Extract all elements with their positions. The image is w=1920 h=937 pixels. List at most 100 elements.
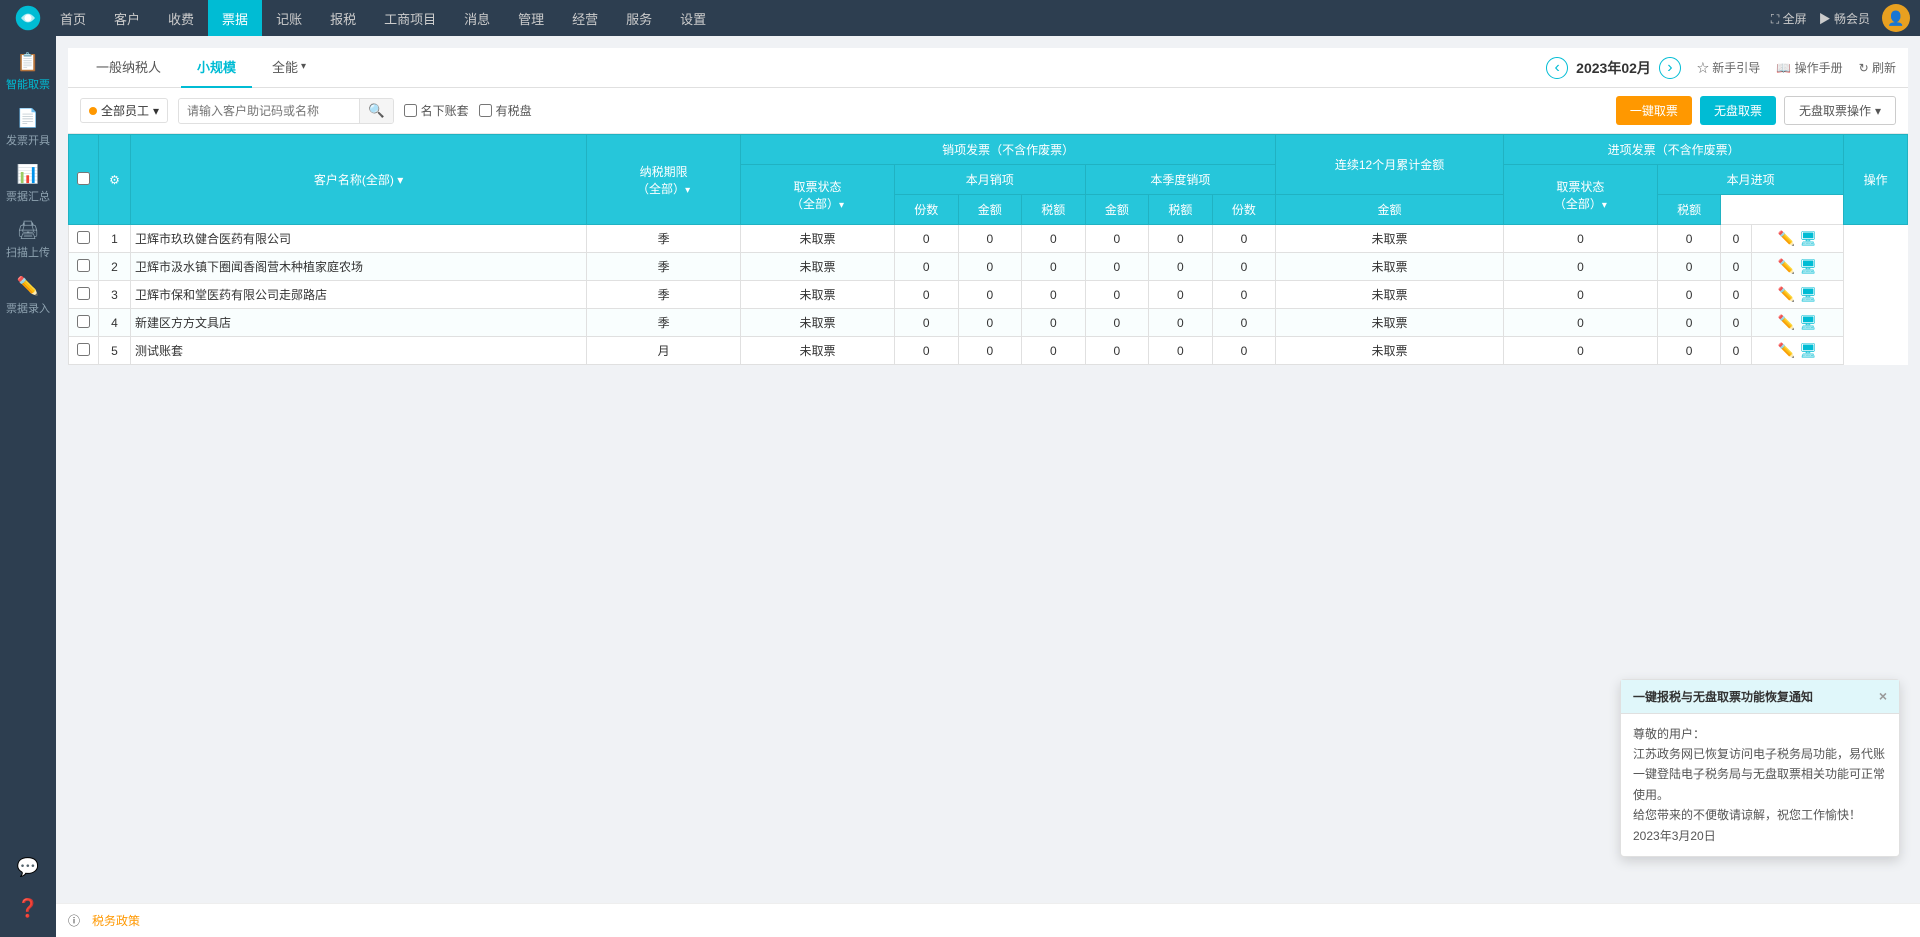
vip-btn[interactable]: ▶ 畅会员: [1819, 10, 1870, 27]
tab-general-taxpayer[interactable]: 一般纳税人: [80, 48, 177, 88]
nav-home[interactable]: 首页: [46, 0, 100, 36]
sidebar-item-invoice-summary[interactable]: 📊 票据汇总: [0, 156, 56, 212]
row-checkbox-cell: [69, 337, 99, 365]
no-disk-op-btn[interactable]: 无盘取票操作 ▾: [1784, 96, 1896, 125]
tax-policy-link[interactable]: 税务政策: [92, 912, 140, 929]
view-icon[interactable]: 🖥: [1799, 342, 1817, 359]
view-icon[interactable]: 🖥: [1799, 230, 1817, 247]
row-input-amount: 0: [1657, 309, 1721, 337]
row-actions: ✏️ 🖥: [1751, 309, 1844, 337]
refresh-icon: ↻: [1859, 61, 1869, 75]
row-sales-tax: 0: [1022, 281, 1086, 309]
row-number-cell: 1: [99, 225, 131, 253]
row-period: 月: [587, 337, 741, 365]
top-navigation: 首页 客户 收费 票据 记账 报税 工商项目 消息 管理 经营 服务 设置 ⛶ …: [0, 0, 1920, 36]
sidebar-item-help[interactable]: ❓: [0, 890, 56, 927]
search-button[interactable]: 🔍: [359, 99, 393, 123]
own-accounts-checkbox[interactable]: 名下账套: [404, 102, 469, 119]
chat-icon: 💬: [17, 857, 39, 878]
sales-tax-th: 税额: [1022, 195, 1086, 225]
edit-icon[interactable]: ✏️: [1778, 314, 1795, 331]
avatar[interactable]: 👤: [1882, 4, 1910, 32]
view-icon[interactable]: 🖥: [1799, 258, 1817, 275]
table-row: 5 测试账套 月 未取票 0 0 0 0 0 0 未取票 0 0 0 ✏️ 🖥: [69, 337, 1908, 365]
row-number-cell: 3: [99, 281, 131, 309]
row-sales-status: 未取票: [741, 281, 895, 309]
nav-service[interactable]: 服务: [612, 0, 666, 36]
row-actions: ✏️ 🖥: [1751, 281, 1844, 309]
nav-manage[interactable]: 管理: [504, 0, 558, 36]
view-icon[interactable]: 🖥: [1799, 314, 1817, 331]
edit-icon[interactable]: ✏️: [1778, 258, 1795, 275]
new-guide-link[interactable]: ☆ 新手引导: [1697, 59, 1760, 76]
sidebar-item-chat[interactable]: 💬: [0, 849, 56, 886]
tax-disk-check[interactable]: [479, 104, 492, 117]
notification-body: 尊敬的用户： 江苏政务网已恢复访问电子税务局功能，易代账一键登陆电子税务局与无盘…: [1621, 714, 1899, 856]
manual-link[interactable]: 📖 操作手册: [1776, 59, 1842, 76]
sidebar-item-scan-upload[interactable]: 🖨 扫描上传: [0, 212, 56, 268]
refresh-link[interactable]: ↻ 刷新: [1859, 59, 1896, 76]
nav-tax[interactable]: 报税: [316, 0, 370, 36]
table-row: 4 新建区方方文具店 季 未取票 0 0 0 0 0 0 未取票 0 0 0 ✏…: [69, 309, 1908, 337]
input-amount-th: 金额: [1276, 195, 1504, 225]
row-quarter-amount: 0: [1085, 337, 1149, 365]
nav-customer[interactable]: 客户: [100, 0, 154, 36]
tax-disk-checkbox[interactable]: 有税盘: [479, 102, 532, 119]
nav-settings[interactable]: 设置: [666, 0, 720, 36]
date-next-btn[interactable]: ›: [1659, 57, 1681, 79]
table-row: 3 卫辉市保和堂医药有限公司走郧路店 季 未取票 0 0 0 0 0 0 未取票…: [69, 281, 1908, 309]
row-sales-amount: 0: [958, 309, 1022, 337]
no-disk-fetch-btn[interactable]: 无盘取票: [1700, 96, 1776, 125]
edit-icon[interactable]: ✏️: [1778, 230, 1795, 247]
employee-select[interactable]: 全部员工 ▾: [80, 98, 168, 123]
fullscreen-btn[interactable]: ⛶ 全屏: [1771, 10, 1807, 27]
customer-name-th: 客户名称(全部) ▾: [131, 135, 587, 225]
own-accounts-check[interactable]: [404, 104, 417, 117]
row-checkbox[interactable]: [77, 287, 90, 300]
sidebar-item-smart-ticket[interactable]: 📋 智能取票: [0, 44, 56, 100]
row-quarter-tax: 0: [1149, 309, 1213, 337]
row-checkbox[interactable]: [77, 343, 90, 356]
row-input-tax: 0: [1721, 309, 1751, 337]
row-period: 季: [587, 309, 741, 337]
view-icon[interactable]: 🖥: [1799, 286, 1817, 303]
nav-menu: 首页 客户 收费 票据 记账 报税 工商项目 消息 管理 经营 服务 设置: [46, 0, 1771, 36]
nav-message[interactable]: 消息: [450, 0, 504, 36]
nav-operation[interactable]: 经营: [558, 0, 612, 36]
edit-icon[interactable]: ✏️: [1778, 342, 1795, 359]
row-quarter-tax: 0: [1149, 253, 1213, 281]
edit-icon[interactable]: ✏️: [1778, 286, 1795, 303]
row-checkbox[interactable]: [77, 315, 90, 328]
row-input-status: 未取票: [1276, 253, 1504, 281]
row-input-amount: 0: [1657, 281, 1721, 309]
tab-dropdown-icon: ▾: [301, 61, 306, 72]
row-checkbox[interactable]: [77, 231, 90, 244]
nav-business[interactable]: 工商项目: [370, 0, 450, 36]
nav-billing[interactable]: 收费: [154, 0, 208, 36]
nav-bookkeeping[interactable]: 记账: [262, 0, 316, 36]
tab-small-scale[interactable]: 小规模: [181, 48, 252, 88]
row-rolling: 0: [1212, 281, 1276, 309]
current-month-sales-th: 本月销项: [894, 165, 1085, 195]
row-number-cell: 4: [99, 309, 131, 337]
sidebar-item-invoice-entry[interactable]: ✏️ 票据录入: [0, 268, 56, 324]
one-click-fetch-btn[interactable]: 一键取票: [1616, 96, 1692, 125]
invoice-table-wrap: ⚙ 客户名称(全部) ▾ 纳税期限（全部）▾ 销项发票（不含作废票） 连续12个…: [68, 134, 1908, 365]
date-prev-btn[interactable]: ‹: [1546, 57, 1568, 79]
search-input[interactable]: [179, 100, 359, 122]
gear-icon[interactable]: ⚙: [109, 173, 120, 187]
select-all-checkbox[interactable]: [77, 172, 90, 185]
row-input-tax: 0: [1721, 225, 1751, 253]
tab-all[interactable]: 全能 ▾: [256, 48, 322, 88]
notification-close-btn[interactable]: ×: [1879, 688, 1887, 704]
row-period: 季: [587, 225, 741, 253]
row-input-status: 未取票: [1276, 281, 1504, 309]
sidebar-item-issue-invoice[interactable]: 📄 发票开具: [0, 100, 56, 156]
row-input-status: 未取票: [1276, 337, 1504, 365]
sales-count-th: 份数: [894, 195, 958, 225]
input-status-th: 取票状态（全部）▾: [1503, 165, 1657, 225]
select-chevron-icon: ▾: [153, 104, 159, 118]
row-checkbox[interactable]: [77, 259, 90, 272]
invoice-summary-icon: 📊: [17, 164, 39, 185]
nav-invoice[interactable]: 票据: [208, 0, 262, 36]
